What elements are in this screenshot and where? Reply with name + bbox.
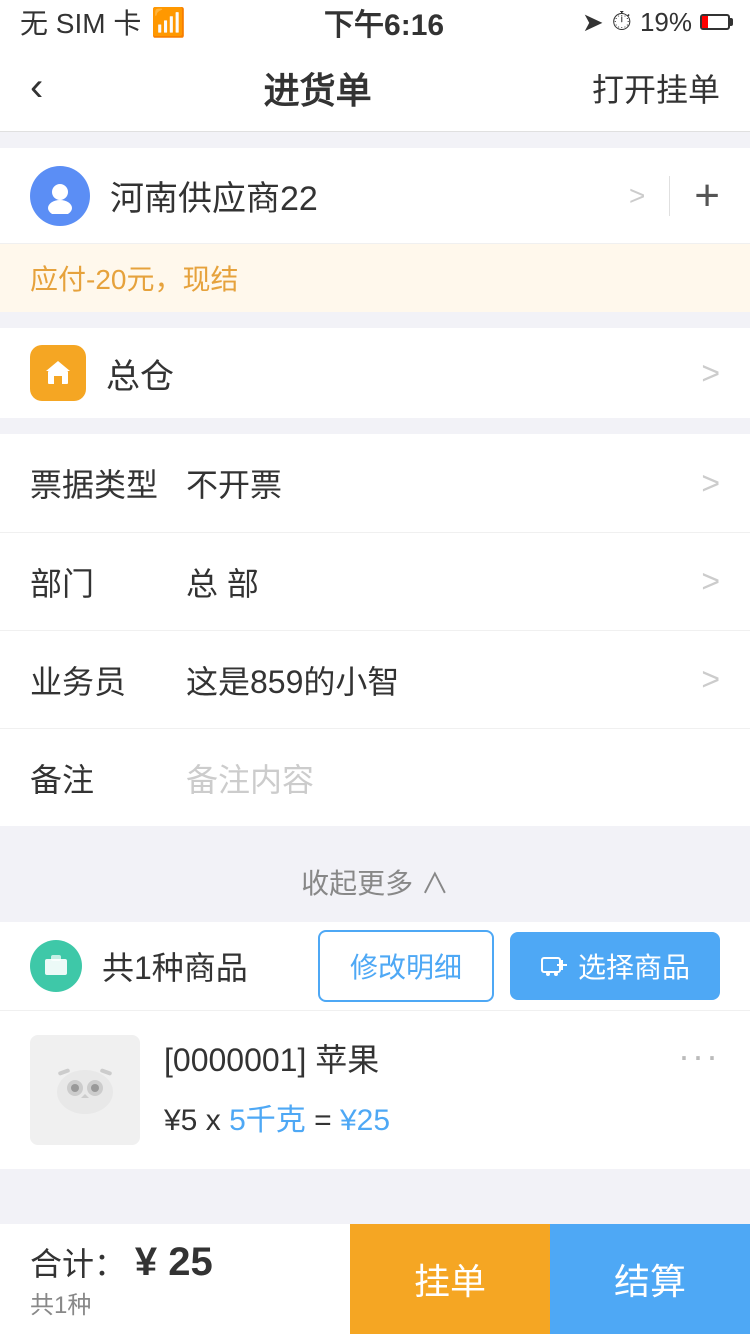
total-sub-label: 共1种 <box>30 1285 350 1320</box>
invoice-type-label: 票据类型 <box>30 460 170 506</box>
product-code: [0000001] <box>164 1042 306 1078</box>
supplier-avatar <box>30 166 90 226</box>
location-icon: ➤ <box>582 7 604 38</box>
owl-logo <box>50 1060 120 1120</box>
dept-label: 部门 <box>30 559 170 605</box>
product-icon <box>30 940 82 992</box>
alarm-icon: ⏱ <box>612 6 632 38</box>
warehouse-icon <box>30 345 86 401</box>
warehouse-row[interactable]: 总仓 > <box>0 328 750 418</box>
salesman-value: 这是859的小智 <box>170 657 701 703</box>
add-supplier-button[interactable]: + <box>694 174 720 218</box>
open-pending-button[interactable]: 打开挂单 <box>592 65 720 111</box>
product-item: [0000001] 苹果 ¥5 x 5千克 = ¥25 ··· <box>0 1010 750 1169</box>
back-button[interactable]: ‹ <box>30 65 43 110</box>
bottom-bar: 合计： ¥ 25 共1种 挂单 结算 <box>0 1224 750 1334</box>
total-amount: ¥ 25 <box>135 1240 213 1284</box>
unit-price: ¥5 <box>164 1104 197 1137</box>
form-row-remark[interactable]: 备注 备注内容 <box>0 728 750 826</box>
product-header: 共1种商品 修改明细 选择商品 <box>0 922 750 1010</box>
quantity: 5千克 <box>229 1104 306 1137</box>
supplier-divider <box>669 176 670 216</box>
salesman-arrow-icon: > <box>701 661 720 698</box>
product-thumbnail <box>30 1035 140 1145</box>
product-section: 共1种商品 修改明细 选择商品 <box>0 922 750 1169</box>
notice-bar: 应付-20元，现结 <box>0 244 750 312</box>
select-product-label: 选择商品 <box>578 946 690 986</box>
supplier-arrow-icon: > <box>629 180 645 212</box>
edit-detail-button[interactable]: 修改明细 <box>318 930 494 1002</box>
total-label: 合计： <box>30 1246 126 1282</box>
remark-placeholder: 备注内容 <box>170 755 720 801</box>
more-options-button[interactable]: ··· <box>678 1035 720 1077</box>
product-count-label: 共1种商品 <box>102 943 318 989</box>
form-row-invoice[interactable]: 票据类型 不开票 > <box>0 434 750 532</box>
hang-button[interactable]: 挂单 <box>350 1224 550 1334</box>
status-right: ➤ ⏱ 19% <box>582 6 730 38</box>
warehouse-name: 总仓 <box>106 349 701 398</box>
dept-arrow-icon: > <box>701 563 720 600</box>
supplier-section: 河南供应商22 > + 应付-20元，现结 <box>0 148 750 312</box>
wifi-icon: 📶 <box>151 6 186 39</box>
invoice-arrow-icon: > <box>701 465 720 502</box>
dept-value: 总 部 <box>170 559 701 605</box>
product-name: [0000001] 苹果 <box>164 1035 678 1081</box>
checkout-button[interactable]: 结算 <box>550 1224 750 1334</box>
nav-bar: ‹ 进货单 打开挂单 <box>0 44 750 132</box>
form-section: 票据类型 不开票 > 部门 总 部 > 业务员 这是859的小智 > 备注 备注… <box>0 434 750 826</box>
warehouse-arrow-icon: > <box>701 355 720 392</box>
salesman-label: 业务员 <box>30 657 170 703</box>
status-bar: 无 SIM 卡 📶 下午6:16 ➤ ⏱ 19% <box>0 0 750 44</box>
collapse-bar[interactable]: 收起更多 ∧ <box>0 842 750 922</box>
multiply-sign: x <box>206 1104 229 1137</box>
select-product-button[interactable]: 选择商品 <box>510 932 720 1000</box>
supplier-name: 河南供应商22 <box>110 171 629 220</box>
invoice-type-value: 不开票 <box>170 460 701 506</box>
total-row: 合计： ¥ 25 <box>30 1239 350 1285</box>
product-price-row: ¥5 x 5千克 = ¥25 <box>164 1095 678 1139</box>
battery-icon <box>700 14 730 30</box>
collapse-label: 收起更多 ∧ <box>301 862 449 902</box>
product-title: 苹果 <box>315 1042 379 1078</box>
form-row-dept[interactable]: 部门 总 部 > <box>0 532 750 630</box>
battery-label: 19% <box>640 7 692 38</box>
page-title: 进货单 <box>264 62 372 114</box>
status-time: 下午6:16 <box>324 0 444 44</box>
supplier-row[interactable]: 河南供应商22 > + <box>0 148 750 244</box>
equals-sign: = <box>314 1104 340 1137</box>
warehouse-section: 总仓 > <box>0 328 750 418</box>
cart-icon <box>540 952 568 980</box>
status-left: 无 SIM 卡 📶 <box>20 2 186 42</box>
form-row-salesman[interactable]: 业务员 这是859的小智 > <box>0 630 750 728</box>
line-total: ¥25 <box>340 1104 390 1137</box>
carrier-label: 无 SIM 卡 <box>20 2 141 42</box>
total-section: 合计： ¥ 25 共1种 <box>0 1239 350 1320</box>
product-info: [0000001] 苹果 ¥5 x 5千克 = ¥25 <box>164 1035 678 1139</box>
remark-label: 备注 <box>30 755 170 801</box>
